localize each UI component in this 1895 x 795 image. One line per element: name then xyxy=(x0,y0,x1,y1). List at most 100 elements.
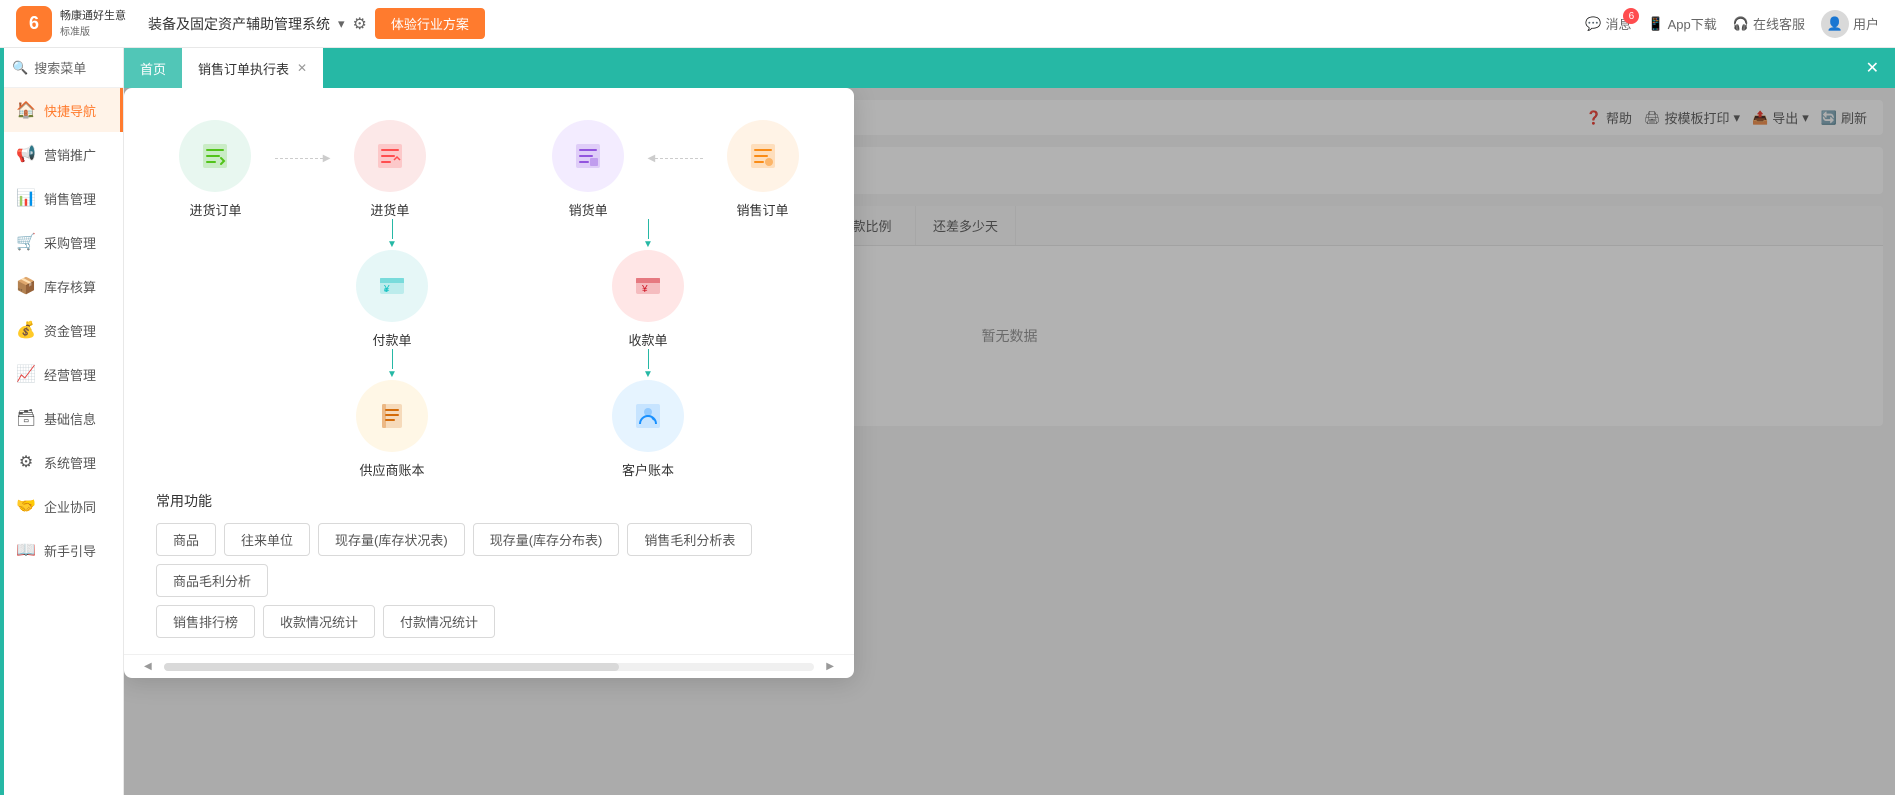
sales-bill-circle xyxy=(552,120,624,192)
tab-sales-order[interactable]: 销售订单执行表 ✕ xyxy=(182,48,323,88)
sidebar-label-operations: 经营管理 xyxy=(44,365,96,384)
func-btn-stock-dist[interactable]: 现存量(库存分布表) xyxy=(473,523,620,556)
quick-icon: 🏠 xyxy=(16,100,36,120)
supplier-ledger-label: 供应商账本 xyxy=(359,460,424,479)
sidebar-label-basic: 基础信息 xyxy=(44,409,96,428)
logo-sub: 标准版 xyxy=(60,23,126,38)
common-functions: 常用功能 商品 往来单位 现存量(库存状况表) 现存量(库存分布表) 销售毛利分… xyxy=(156,479,822,654)
sidebar-item-inventory[interactable]: 📦 库存核算 xyxy=(4,264,123,308)
tab-home[interactable]: 首页 xyxy=(124,48,182,88)
logo-text: 畅康通好生意 xyxy=(60,9,126,23)
purchase-icon: 🛒 xyxy=(16,232,36,252)
modal-scrollbar[interactable]: ◀ ▶ xyxy=(124,654,854,678)
app-download-action[interactable]: 📱 App下载 xyxy=(1647,14,1716,33)
node-payment-bill[interactable]: ¥ 付款单 xyxy=(332,250,452,349)
tab-bar: 首页 销售订单执行表 ✕ ✕ xyxy=(124,48,1895,88)
payment-bill-label: 付款单 xyxy=(372,330,411,349)
logo-icon: 6 xyxy=(16,6,52,42)
flow-row-2: ¥ 付款单 xyxy=(156,250,822,349)
sales-order-tab-label: 销售订单执行表 xyxy=(198,59,289,78)
sidebar-item-basic[interactable]: 🗃 基础信息 xyxy=(4,396,123,440)
online-service-action[interactable]: 🎧 在线客服 xyxy=(1733,14,1805,33)
supplier-ledger-circle xyxy=(356,380,428,452)
flow-row-3: 供应商账本 xyxy=(156,380,822,479)
message-action[interactable]: 💬 消息 6 xyxy=(1585,14,1631,33)
sales-icon: 📊 xyxy=(16,188,36,208)
settings-icon[interactable]: ⚙ xyxy=(353,14,367,34)
node-supplier-ledger[interactable]: 供应商账本 xyxy=(332,380,452,479)
sidebar-label-finance: 资金管理 xyxy=(44,321,96,340)
sidebar: 🔍 搜索菜单 🏠 快捷导航 📢 营销推广 📊 销售管理 🛒 xyxy=(4,48,124,795)
arrow-sales-order-to-bill: ◀ xyxy=(648,153,704,164)
tab-bar-close-button[interactable]: ✕ xyxy=(1850,58,1895,78)
flow-down-arrows-row: ▼ ▼ xyxy=(156,219,822,250)
sidebar-item-finance[interactable]: 💰 资金管理 xyxy=(4,308,123,352)
node-purchase-order[interactable]: 进货订单 xyxy=(156,120,275,219)
sidebar-item-system[interactable]: ⚙ 系统管理 xyxy=(4,440,123,484)
node-purchase-bill[interactable]: 进货单 xyxy=(330,120,449,219)
message-badge: 6 xyxy=(1623,8,1639,24)
system-dropdown-icon[interactable]: ▾ xyxy=(338,16,345,32)
search-menu[interactable]: 🔍 搜索菜单 xyxy=(4,48,123,88)
flow-row-1: 进货订单 ▶ xyxy=(156,120,822,219)
func-btn-sales-margin[interactable]: 销售毛利分析表 xyxy=(627,523,752,556)
node-sales-order[interactable]: 销售订单 xyxy=(703,120,822,219)
marketing-icon: 📢 xyxy=(16,144,36,164)
node-receipt-bill[interactable]: ¥ 收款单 xyxy=(588,250,708,349)
func-btn-receipt-stats[interactable]: 收款情况统计 xyxy=(263,605,375,638)
purchase-bill-circle xyxy=(354,120,426,192)
func-btn-stock-status[interactable]: 现存量(库存状况表) xyxy=(318,523,465,556)
func-buttons-row2: 销售排行榜 收款情况统计 付款情况统计 xyxy=(156,605,822,638)
func-btn-payment-stats[interactable]: 付款情况统计 xyxy=(383,605,495,638)
sidebar-item-purchase[interactable]: 🛒 采购管理 xyxy=(4,220,123,264)
purchase-bill-label: 进货单 xyxy=(370,200,409,219)
sidebar-label-collab: 企业协同 xyxy=(44,497,96,516)
sidebar-item-guide[interactable]: 📖 新手引导 xyxy=(4,528,123,572)
finance-icon: 💰 xyxy=(16,320,36,340)
sidebar-item-operations[interactable]: 📈 经营管理 xyxy=(4,352,123,396)
tab-close-icon[interactable]: ✕ xyxy=(297,61,307,75)
arrow-down-supplier: ▼ xyxy=(332,349,452,380)
arrow-purchase-to-bill: ▶ xyxy=(275,153,331,164)
sidebar-label-inventory: 库存核算 xyxy=(44,277,96,296)
arrow-down-payment: ▼ xyxy=(332,219,452,250)
user-action[interactable]: 👤 用户 xyxy=(1821,10,1879,38)
modal-overlay: 进货订单 ▶ xyxy=(124,88,1895,795)
func-btn-product[interactable]: 商品 xyxy=(156,523,216,556)
top-bar-center: 装备及固定资产辅助管理系统 ▾ ⚙ 体验行业方案 xyxy=(148,8,1573,39)
inventory-icon: 📦 xyxy=(16,276,36,296)
mobile-icon: 📱 xyxy=(1647,16,1663,32)
sidebar-label-marketing: 营销推广 xyxy=(44,145,96,164)
svg-text:¥: ¥ xyxy=(641,284,648,295)
purchase-order-circle xyxy=(179,120,251,192)
sales-order-label: 销售订单 xyxy=(737,200,789,219)
sidebar-nav: 🏠 快捷导航 📢 营销推广 📊 销售管理 🛒 采购管理 📦 库存核 xyxy=(4,88,123,795)
sidebar-item-collab[interactable]: 🤝 企业协同 xyxy=(4,484,123,528)
trial-button[interactable]: 体验行业方案 xyxy=(375,8,485,39)
func-btn-sales-rank[interactable]: 销售排行榜 xyxy=(156,605,255,638)
sidebar-label-guide: 新手引导 xyxy=(44,541,96,560)
sidebar-item-sales[interactable]: 📊 销售管理 xyxy=(4,176,123,220)
quick-nav-modal: 进货订单 ▶ xyxy=(124,88,854,678)
content-area: 首页 销售订单执行表 ✕ ✕ ❓ 帮助 🖨 按 xyxy=(124,48,1895,795)
sales-order-circle xyxy=(727,120,799,192)
arrow-down-receipt: ▼ xyxy=(588,219,708,250)
node-sales-bill[interactable]: 销货单 xyxy=(529,120,648,219)
func-btn-counterpart[interactable]: 往来单位 xyxy=(224,523,310,556)
scroll-left-btn[interactable]: ◀ xyxy=(140,661,156,672)
purchase-order-label: 进货订单 xyxy=(189,200,241,219)
scroll-track[interactable] xyxy=(164,663,815,671)
func-btn-product-margin[interactable]: 商品毛利分析 xyxy=(156,564,268,597)
operations-icon: 📈 xyxy=(16,364,36,384)
payment-bill-circle: ¥ xyxy=(356,250,428,322)
sales-bill-label: 销货单 xyxy=(569,200,608,219)
top-bar-right: 💬 消息 6 📱 App下载 🎧 在线客服 👤 用户 xyxy=(1585,10,1879,38)
sidebar-item-marketing[interactable]: 📢 营销推广 xyxy=(4,132,123,176)
node-customer-ledger[interactable]: 客户账本 xyxy=(588,380,708,479)
arrow-down-customer: ▼ xyxy=(588,349,708,380)
scroll-thumb xyxy=(164,663,619,671)
sidebar-label-sales: 销售管理 xyxy=(44,189,96,208)
sidebar-item-quick[interactable]: 🏠 快捷导航 xyxy=(4,88,123,132)
scroll-right-btn[interactable]: ▶ xyxy=(822,661,838,672)
page-content: ❓ 帮助 🖨 按模板打印 ▾ 📤 导出 ▾ 🔄 xyxy=(124,88,1895,795)
